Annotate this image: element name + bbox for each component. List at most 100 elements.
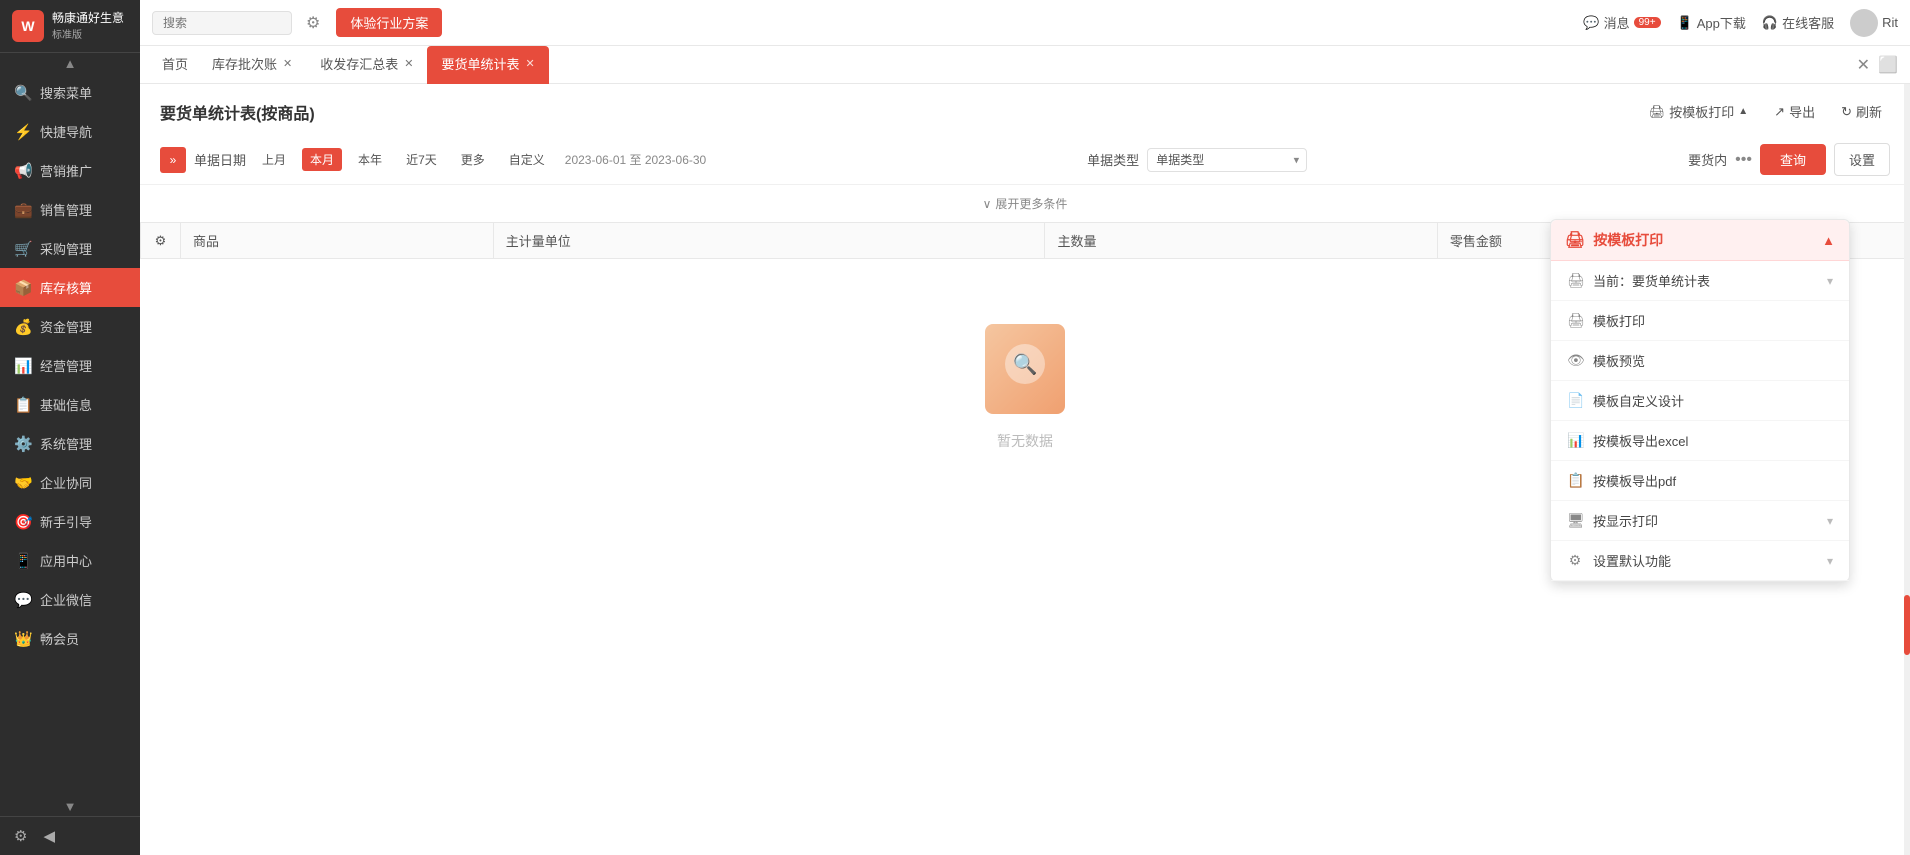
date-btn-last-month[interactable]: 上月: [254, 148, 294, 171]
right-scrollbar[interactable]: [1904, 84, 1910, 855]
dropdown-set-default[interactable]: ⚙ 设置默认功能 ▾: [1551, 541, 1849, 581]
dropdown-preview-template-item[interactable]: 👁 模板预览: [1551, 341, 1849, 381]
tab-batch-account[interactable]: 库存批次账 ✕: [198, 46, 306, 84]
sidebar-nav: 🔍 搜索菜单 ⚡ 快捷导航 📢 营销推广 💼 销售管理 🛒 采购管理 📦 库存核…: [0, 73, 140, 796]
tab-close-receipts-summary[interactable]: ✕: [404, 57, 413, 70]
sidebar-item-quick-nav[interactable]: ⚡ 快捷导航: [0, 112, 140, 151]
tab-close-order-stats[interactable]: ✕: [526, 57, 535, 70]
table-col-settings[interactable]: ⚙: [141, 223, 181, 259]
basic-icon: 📋: [14, 396, 32, 414]
sidebar-footer: ⚙ ◀: [0, 816, 140, 855]
sidebar-item-inventory[interactable]: 📦 库存核算: [0, 268, 140, 307]
printer-icon: 🖨: [1649, 104, 1666, 120]
display-print-arrow: ▾: [1827, 514, 1833, 528]
topbar-search-input[interactable]: [152, 11, 292, 35]
dropdown-collapse-icon[interactable]: ▲: [1822, 233, 1835, 248]
messages-btn[interactable]: 💬 消息 99+: [1583, 13, 1660, 32]
user-avatar-area[interactable]: Rit: [1850, 9, 1898, 37]
dropdown-export-pdf-item[interactable]: 📋 按模板导出pdf: [1551, 461, 1849, 501]
sidebar: W 畅康通好生意 标准版 ▲ 🔍 搜索菜单 ⚡ 快捷导航 📢 营销推广 💼 销售…: [0, 0, 140, 855]
search-icon: 🔍: [14, 84, 32, 102]
order-type-select[interactable]: 单据类型: [1147, 148, 1307, 172]
current-template-arrow: ▾: [1827, 274, 1833, 288]
topbar-gear-icon[interactable]: ⚙: [306, 13, 320, 33]
order-type-label: 单据类型: [1087, 150, 1139, 169]
tabs-close-all-icon[interactable]: ✕: [1857, 55, 1870, 75]
chevron-up-icon: ▲: [1738, 106, 1748, 117]
dropdown-current-template[interactable]: 🖨 当前：要货单统计表 ▾: [1551, 261, 1849, 301]
sidebar-item-finance[interactable]: 💰 资金管理: [0, 307, 140, 346]
dropdown-export-excel-item[interactable]: 📊 按模板导出excel: [1551, 421, 1849, 461]
dropdown-print-template-item[interactable]: 🖨 模板打印: [1551, 301, 1849, 341]
wechat-icon: 💬: [14, 591, 32, 609]
sidebar-item-sales[interactable]: 💼 销售管理: [0, 190, 140, 229]
sidebar-item-marketing[interactable]: 📢 营销推广: [0, 151, 140, 190]
table-col-goods: 商品: [181, 223, 494, 259]
dropdown-header: 🖨 按模板打印 ▲: [1551, 220, 1849, 261]
tabs-right-actions: ✕ ⬜: [1857, 55, 1898, 75]
dropdown-display-print[interactable]: 🖥 按显示打印 ▾: [1551, 501, 1849, 541]
print-template-icon: 🖨: [1567, 312, 1583, 329]
settings-footer-icon[interactable]: ⚙: [14, 827, 27, 845]
tab-home[interactable]: 首页: [152, 46, 198, 84]
app-download-btn[interactable]: 📱 App下载: [1677, 13, 1746, 32]
table-col-qty: 主数量: [1045, 223, 1437, 259]
sidebar-item-wechat[interactable]: 💬 企业微信: [0, 580, 140, 619]
sidebar-item-purchase[interactable]: 🛒 采购管理: [0, 229, 140, 268]
toggle-sidebar-icon[interactable]: ◀: [43, 827, 55, 845]
date-btn-custom[interactable]: 自定义: [501, 148, 553, 171]
more-options-icon[interactable]: •••: [1735, 151, 1752, 169]
page-actions: 🖨 按模板打印 ▲ ↗ 导出 ↻ 刷新: [1641, 98, 1890, 125]
page-header: 要货单统计表(按商品) 🖨 按模板打印 ▲ ↗ 导出 ↻ 刷新: [140, 84, 1910, 135]
export-btn[interactable]: ↗ 导出: [1766, 98, 1823, 125]
purchase-icon: 🛒: [14, 240, 32, 258]
expand-more-row[interactable]: ∨ 展开更多条件: [140, 191, 1910, 216]
tabs-bar: 首页 库存批次账 ✕ 收发存汇总表 ✕ 要货单统计表 ✕ ✕ ⬜: [140, 46, 1910, 84]
tab-receipts-summary[interactable]: 收发存汇总表 ✕: [306, 46, 427, 84]
page-content: 要货单统计表(按商品) 🖨 按模板打印 ▲ ↗ 导出 ↻ 刷新: [140, 84, 1910, 855]
sidebar-item-member[interactable]: 👑 畅会员: [0, 619, 140, 658]
empty-text: 暂无数据: [997, 431, 1053, 451]
print-template-btn[interactable]: 🖨 按模板打印 ▲: [1641, 98, 1756, 125]
sidebar-item-newbie[interactable]: 🎯 新手引导: [0, 502, 140, 541]
topbar-actions: 💬 消息 99+ 📱 App下载 🎧 在线客服 Rit: [1583, 9, 1898, 37]
sidebar-scroll-up[interactable]: ▲: [0, 53, 140, 73]
current-template-icon: 🖨: [1567, 272, 1583, 289]
tabs-maximize-icon[interactable]: ⬜: [1878, 55, 1898, 75]
dropdown-custom-template-item[interactable]: 📄 模板自定义设计: [1551, 381, 1849, 421]
sidebar-item-operations[interactable]: 📊 经营管理: [0, 346, 140, 385]
toolbar-row1: » 单据日期 上月 本月 本年 近7天 更多 自定义 2023-06-01 至 …: [140, 135, 1910, 185]
query-button[interactable]: 查询: [1760, 144, 1826, 175]
finance-icon: 💰: [14, 318, 32, 336]
export-excel-icon: 📊: [1567, 432, 1583, 449]
sidebar-scroll-down[interactable]: ▼: [0, 796, 140, 816]
date-btn-7days[interactable]: 近7天: [398, 148, 445, 171]
table-col-unit: 主计量单位: [493, 223, 1045, 259]
main-area: ⚙ 体验行业方案 💬 消息 99+ 📱 App下载 🎧 在线客服 Rit: [140, 0, 1910, 855]
sidebar-item-system[interactable]: ⚙️ 系统管理: [0, 424, 140, 463]
sidebar-item-search[interactable]: 🔍 搜索菜单: [0, 73, 140, 112]
tab-order-stats[interactable]: 要货单统计表 ✕: [427, 46, 548, 84]
tab-close-batch-account[interactable]: ✕: [283, 57, 292, 70]
dropdown-title: 按模板打印: [1593, 230, 1663, 250]
date-label: 单据日期: [194, 150, 246, 169]
order-content-label: 要货内: [1688, 150, 1727, 169]
sidebar-item-appstore[interactable]: 📱 应用中心: [0, 541, 140, 580]
date-btn-more[interactable]: 更多: [453, 148, 493, 171]
refresh-btn[interactable]: ↻ 刷新: [1833, 98, 1890, 125]
set-default-icon: ⚙: [1567, 552, 1583, 569]
customer-service-btn[interactable]: 🎧 在线客服: [1762, 13, 1834, 32]
date-btn-this-year[interactable]: 本年: [350, 148, 390, 171]
sidebar-item-basic[interactable]: 📋 基础信息: [0, 385, 140, 424]
sidebar-item-cooperation[interactable]: 🤝 企业协同: [0, 463, 140, 502]
export-icon: ↗: [1774, 104, 1785, 120]
inventory-icon: 📦: [14, 279, 32, 297]
preview-template-icon: 👁: [1567, 352, 1583, 369]
newbie-icon: 🎯: [14, 513, 32, 531]
toolbar-expand-btn[interactable]: »: [160, 147, 186, 173]
refresh-icon: ↻: [1841, 104, 1852, 120]
sales-icon: 💼: [14, 201, 32, 219]
trial-button[interactable]: 体验行业方案: [336, 8, 442, 37]
date-btn-this-month[interactable]: 本月: [302, 148, 342, 171]
settings-button[interactable]: 设置: [1834, 143, 1890, 176]
